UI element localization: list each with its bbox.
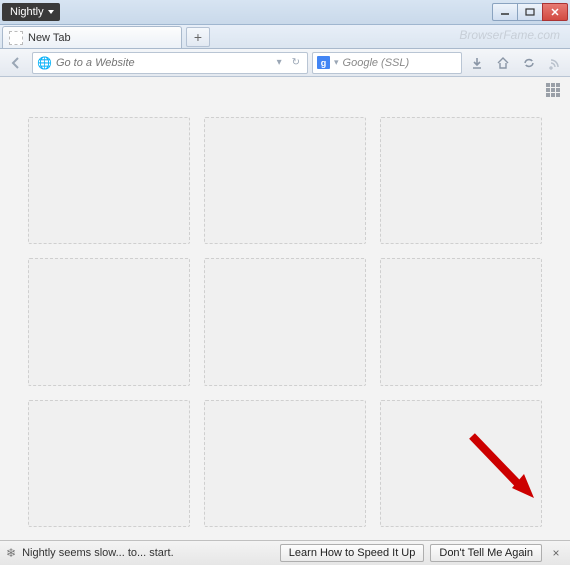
app-menu-button[interactable]: Nightly: [2, 3, 60, 21]
plus-icon: +: [194, 30, 202, 44]
notification-close-button[interactable]: ×: [548, 545, 564, 561]
thumbnail-slot[interactable]: [204, 400, 366, 527]
search-placeholder: Google (SSL): [343, 57, 457, 69]
maximize-button[interactable]: [517, 3, 543, 21]
notification-message: Nightly seems slow... to... start.: [22, 547, 274, 559]
grid-toggle-button[interactable]: [546, 83, 560, 97]
thumbnail-slot[interactable]: [204, 117, 366, 244]
search-bar[interactable]: g ▾ Google (SSL): [312, 52, 462, 74]
url-input[interactable]: [56, 57, 270, 69]
sync-button[interactable]: [518, 52, 540, 74]
back-button[interactable]: [4, 52, 28, 74]
notification-bar: ❄ Nightly seems slow... to... start. Lea…: [0, 540, 570, 565]
new-tab-button[interactable]: +: [186, 27, 210, 47]
tab-title: New Tab: [28, 32, 71, 44]
app-name: Nightly: [10, 6, 44, 18]
learn-more-button[interactable]: Learn How to Speed It Up: [280, 544, 425, 562]
downloads-button[interactable]: [466, 52, 488, 74]
thumbnail-grid: [28, 117, 542, 527]
feed-button[interactable]: [544, 52, 566, 74]
url-bar[interactable]: 🌐 ▾ ↻: [32, 52, 308, 74]
warning-icon: ❄: [6, 546, 16, 560]
thumbnail-slot[interactable]: [204, 258, 366, 385]
search-dropdown-icon[interactable]: ▾: [334, 57, 339, 68]
thumbnail-slot[interactable]: [380, 117, 542, 244]
thumbnail-slot[interactable]: [380, 258, 542, 385]
dont-tell-button[interactable]: Don't Tell Me Again: [430, 544, 542, 562]
tab-active[interactable]: New Tab: [2, 26, 182, 48]
google-icon: g: [317, 56, 330, 69]
tab-favicon-icon: [9, 31, 23, 45]
window-controls: [493, 3, 568, 21]
globe-icon: 🌐: [37, 56, 52, 70]
home-button[interactable]: [492, 52, 514, 74]
titlebar: Nightly: [0, 0, 570, 25]
close-button[interactable]: [542, 3, 568, 21]
url-dropdown-icon[interactable]: ▾: [274, 57, 285, 68]
reload-mini-icon[interactable]: ↻: [289, 57, 303, 68]
thumbnail-slot[interactable]: [380, 400, 542, 527]
caret-down-icon: [48, 10, 54, 14]
thumbnail-slot[interactable]: [28, 117, 190, 244]
newtab-content: [0, 77, 570, 540]
tab-strip: New Tab +: [0, 25, 570, 49]
minimize-button[interactable]: [492, 3, 518, 21]
thumbnail-slot[interactable]: [28, 400, 190, 527]
thumbnail-slot[interactable]: [28, 258, 190, 385]
nav-toolbar: 🌐 ▾ ↻ g ▾ Google (SSL): [0, 49, 570, 77]
